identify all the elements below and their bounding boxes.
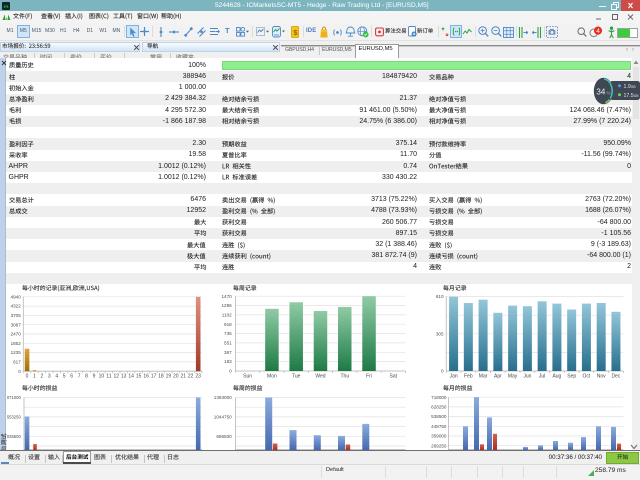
svg-text:035500: 035500 <box>7 434 22 439</box>
svg-text:19: 19 <box>166 374 172 380</box>
svg-text:16: 16 <box>143 374 149 380</box>
svg-text:4322: 4322 <box>11 304 22 309</box>
svg-text:6: 6 <box>70 374 73 380</box>
svg-text:18: 18 <box>158 374 164 380</box>
svg-text:Oct: Oct <box>583 374 591 380</box>
svg-text:Mar: Mar <box>479 374 488 380</box>
svg-text:Apr: Apr <box>494 374 502 380</box>
svg-text:Jul: Jul <box>539 374 545 380</box>
svg-text:May: May <box>508 374 518 380</box>
svg-text:1044750: 1044750 <box>214 415 232 420</box>
svg-text:1235: 1235 <box>11 350 22 355</box>
svg-text:Jan: Jan <box>450 374 458 380</box>
svg-text:1102: 1102 <box>222 313 232 318</box>
svg-text:Mon: Mon <box>267 374 277 380</box>
svg-text:5: 5 <box>63 374 66 380</box>
svg-text:Sat: Sat <box>390 374 398 380</box>
svg-text:551: 551 <box>224 341 232 346</box>
svg-text:22: 22 <box>188 374 194 380</box>
svg-text:20: 20 <box>173 374 179 380</box>
svg-text:0: 0 <box>26 374 29 380</box>
svg-text:1: 1 <box>33 374 36 380</box>
svg-text:10: 10 <box>99 374 105 380</box>
svg-text:Nov: Nov <box>597 374 606 380</box>
svg-text:Tue: Tue <box>292 374 301 380</box>
svg-text:%: % <box>607 91 611 96</box>
svg-text:1852: 1852 <box>11 341 22 346</box>
svg-text:0: 0 <box>229 369 232 374</box>
svg-text:617: 617 <box>13 360 21 365</box>
svg-text:14: 14 <box>128 374 134 380</box>
svg-text:2: 2 <box>41 374 44 380</box>
svg-text:367: 367 <box>224 350 232 355</box>
svg-text:Fri: Fri <box>366 374 372 380</box>
svg-text:0: 0 <box>441 369 444 374</box>
svg-text:3087: 3087 <box>11 322 22 327</box>
svg-text:Jun: Jun <box>523 374 531 380</box>
svg-text:3705: 3705 <box>11 313 22 318</box>
svg-text:11: 11 <box>106 374 111 380</box>
svg-text:23: 23 <box>195 374 201 380</box>
svg-text:3: 3 <box>48 374 51 380</box>
svg-text:359000: 359000 <box>431 434 447 439</box>
svg-text:1470: 1470 <box>221 294 232 299</box>
svg-text:17: 17 <box>151 374 157 380</box>
svg-text:696500: 696500 <box>216 434 232 439</box>
svg-text:13: 13 <box>121 374 127 380</box>
svg-text:Sun: Sun <box>243 374 252 380</box>
svg-text:15: 15 <box>136 374 142 380</box>
svg-text:Dec: Dec <box>611 374 620 380</box>
svg-text:628250: 628250 <box>431 405 447 410</box>
svg-text:12: 12 <box>114 374 120 380</box>
svg-text:Aug: Aug <box>552 374 561 380</box>
svg-text:8: 8 <box>85 374 88 380</box>
svg-text:735: 735 <box>224 331 232 336</box>
svg-text:1286: 1286 <box>221 303 232 308</box>
svg-text:610: 610 <box>436 294 444 299</box>
svg-text:918: 918 <box>224 322 232 327</box>
svg-text:183: 183 <box>224 359 232 364</box>
svg-text:34: 34 <box>596 87 606 97</box>
svg-text:Thu: Thu <box>340 374 349 380</box>
svg-text:071000: 071000 <box>7 395 22 400</box>
svg-text:269250: 269250 <box>431 443 447 448</box>
svg-text:718000: 718000 <box>431 395 447 400</box>
svg-text:4940: 4940 <box>11 294 22 299</box>
svg-text:538500: 538500 <box>431 414 447 419</box>
svg-text:1393000: 1393000 <box>214 395 232 400</box>
svg-text:305: 305 <box>436 331 444 336</box>
svg-text:2470: 2470 <box>11 332 22 337</box>
svg-text:4: 4 <box>55 374 58 380</box>
svg-text:21: 21 <box>181 374 187 380</box>
svg-text:4: 4 <box>596 28 600 35</box>
svg-text:9: 9 <box>93 374 96 380</box>
svg-text:0: 0 <box>18 369 21 374</box>
svg-text:Wed: Wed <box>315 374 325 380</box>
svg-text:Feb: Feb <box>464 374 473 380</box>
svg-text:553250: 553250 <box>7 414 22 419</box>
svg-text:7: 7 <box>78 374 81 380</box>
svg-text:Sep: Sep <box>567 374 576 380</box>
svg-text:448750: 448750 <box>431 424 447 429</box>
